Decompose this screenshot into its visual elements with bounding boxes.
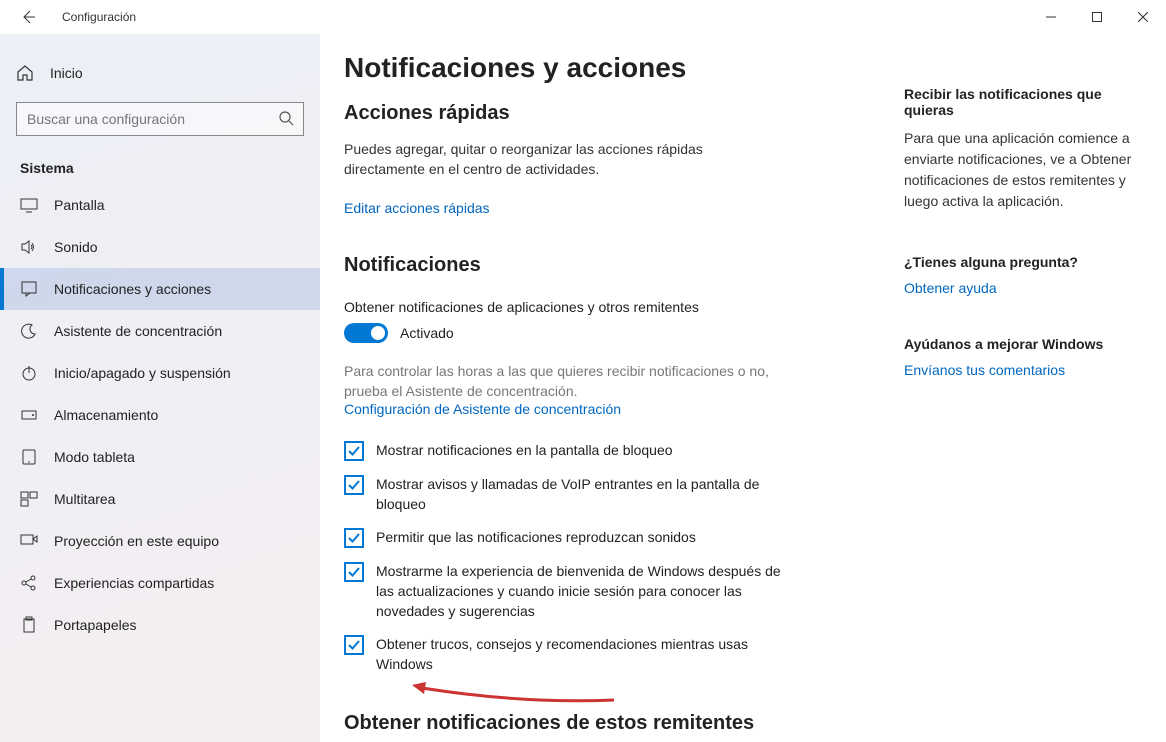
sidebar-item-almacenamiento[interactable]: Almacenamiento bbox=[0, 394, 320, 436]
quick-actions-heading: Acciones rápidas bbox=[344, 102, 884, 125]
check-label: Mostrarme la experiencia de bienvenida d… bbox=[376, 562, 784, 621]
sidebar-item-label: Notificaciones y acciones bbox=[54, 281, 211, 297]
sidebar-item-notificaciones[interactable]: Notificaciones y acciones bbox=[0, 268, 320, 310]
check-voip[interactable]: Mostrar avisos y llamadas de VoIP entran… bbox=[344, 475, 784, 514]
multitask-icon bbox=[20, 490, 38, 508]
annotation-arrow bbox=[404, 682, 884, 698]
window-title: Configuración bbox=[62, 10, 136, 24]
checkbox[interactable] bbox=[344, 441, 364, 461]
check-icon bbox=[348, 639, 360, 651]
nav-home-label: Inicio bbox=[50, 65, 83, 81]
sidebar: Inicio Sistema Pantalla Sonido Notificac… bbox=[0, 34, 320, 742]
check-label: Mostrar notificaciones en la pantalla de… bbox=[376, 441, 673, 461]
minimize-button[interactable] bbox=[1028, 1, 1074, 33]
focus-assist-desc: Para controlar las horas a las que quier… bbox=[344, 361, 784, 402]
share-icon bbox=[20, 574, 38, 592]
nav-list: Pantalla Sonido Notificaciones y accione… bbox=[0, 184, 320, 742]
sidebar-item-asistente[interactable]: Asistente de concentración bbox=[0, 310, 320, 352]
question-heading: ¿Tienes alguna pregunta? bbox=[904, 254, 1144, 270]
sidebar-section-header: Sistema bbox=[0, 146, 320, 184]
focus-assist-link[interactable]: Configuración de Asistente de concentrac… bbox=[344, 401, 621, 417]
check-label: Mostrar avisos y llamadas de VoIP entran… bbox=[376, 475, 784, 514]
sidebar-item-label: Modo tableta bbox=[54, 449, 135, 465]
sidebar-item-label: Almacenamiento bbox=[54, 407, 158, 423]
tablet-icon bbox=[20, 448, 38, 466]
titlebar: Configuración bbox=[0, 0, 1166, 34]
storage-icon bbox=[20, 406, 38, 424]
notifications-toggle-label: Obtener notificaciones de aplicaciones y… bbox=[344, 299, 884, 315]
sidebar-item-label: Proyección en este equipo bbox=[54, 533, 219, 549]
moon-icon bbox=[20, 322, 38, 340]
page-title: Notificaciones y acciones bbox=[344, 52, 884, 84]
sidebar-item-multitarea[interactable]: Multitarea bbox=[0, 478, 320, 520]
right-column: Recibir las notificaciones que quieras P… bbox=[904, 52, 1144, 742]
check-label: Obtener trucos, consejos y recomendacion… bbox=[376, 635, 784, 674]
checkbox[interactable] bbox=[344, 635, 364, 655]
back-button[interactable] bbox=[14, 3, 42, 31]
nav-home[interactable]: Inicio bbox=[0, 54, 320, 92]
minimize-icon bbox=[1046, 12, 1056, 22]
red-arrow-icon bbox=[404, 682, 624, 706]
sidebar-item-label: Multitarea bbox=[54, 491, 115, 507]
search-wrap bbox=[16, 102, 304, 136]
check-icon bbox=[348, 566, 360, 578]
sidebar-item-proyeccion[interactable]: Proyección en este equipo bbox=[0, 520, 320, 562]
feedback-link[interactable]: Envíanos tus comentarios bbox=[904, 362, 1144, 378]
notifications-heading: Notificaciones bbox=[344, 254, 884, 277]
search-icon bbox=[278, 110, 296, 128]
receive-heading: Recibir las notificaciones que quieras bbox=[904, 86, 1144, 118]
maximize-icon bbox=[1092, 12, 1102, 22]
window-controls bbox=[1028, 1, 1166, 33]
sidebar-item-pantalla[interactable]: Pantalla bbox=[0, 184, 320, 226]
display-icon bbox=[20, 196, 38, 214]
main-content: Notificaciones y acciones Acciones rápid… bbox=[320, 34, 1166, 742]
senders-heading: Obtener notificaciones de estos remitent… bbox=[344, 712, 884, 735]
clipboard-icon bbox=[20, 616, 38, 634]
notification-icon bbox=[20, 280, 38, 298]
check-icon bbox=[348, 479, 360, 491]
quick-actions-desc: Puedes agregar, quitar o reorganizar las… bbox=[344, 139, 784, 180]
project-icon bbox=[20, 532, 38, 550]
check-welcome[interactable]: Mostrarme la experiencia de bienvenida d… bbox=[344, 562, 784, 621]
arrow-left-icon bbox=[20, 9, 36, 25]
sidebar-item-portapapeles[interactable]: Portapapeles bbox=[0, 604, 320, 646]
check-sounds[interactable]: Permitir que las notificaciones reproduz… bbox=[344, 528, 784, 548]
sidebar-item-label: Sonido bbox=[54, 239, 98, 255]
notifications-toggle-row: Activado bbox=[344, 323, 884, 343]
edit-quick-actions-link[interactable]: Editar acciones rápidas bbox=[344, 200, 490, 216]
maximize-button[interactable] bbox=[1074, 1, 1120, 33]
check-icon bbox=[348, 445, 360, 457]
search-input[interactable] bbox=[16, 102, 304, 136]
close-icon bbox=[1138, 12, 1148, 22]
sidebar-item-label: Experiencias compartidas bbox=[54, 575, 214, 591]
receive-desc: Para que una aplicación comience a envia… bbox=[904, 128, 1144, 212]
checkbox[interactable] bbox=[344, 528, 364, 548]
toggle-state-label: Activado bbox=[400, 325, 454, 341]
sidebar-item-tableta[interactable]: Modo tableta bbox=[0, 436, 320, 478]
check-lock-screen[interactable]: Mostrar notificaciones en la pantalla de… bbox=[344, 441, 784, 461]
get-help-link[interactable]: Obtener ayuda bbox=[904, 280, 1144, 296]
checkbox[interactable] bbox=[344, 562, 364, 582]
sound-icon bbox=[20, 238, 38, 256]
improve-heading: Ayúdanos a mejorar Windows bbox=[904, 336, 1144, 352]
check-tips[interactable]: Obtener trucos, consejos y recomendacion… bbox=[344, 635, 784, 674]
sidebar-item-experiencias[interactable]: Experiencias compartidas bbox=[0, 562, 320, 604]
sidebar-item-label: Asistente de concentración bbox=[54, 323, 222, 339]
notifications-toggle[interactable] bbox=[344, 323, 388, 343]
sidebar-item-label: Pantalla bbox=[54, 197, 105, 213]
close-button[interactable] bbox=[1120, 1, 1166, 33]
home-icon bbox=[16, 64, 34, 82]
sidebar-item-sonido[interactable]: Sonido bbox=[0, 226, 320, 268]
checkbox[interactable] bbox=[344, 475, 364, 495]
sidebar-item-label: Portapapeles bbox=[54, 617, 137, 633]
check-label: Permitir que las notificaciones reproduz… bbox=[376, 528, 696, 548]
notification-checks: Mostrar notificaciones en la pantalla de… bbox=[344, 441, 884, 698]
sidebar-item-energia[interactable]: Inicio/apagado y suspensión bbox=[0, 352, 320, 394]
power-icon bbox=[20, 364, 38, 382]
sidebar-item-label: Inicio/apagado y suspensión bbox=[54, 365, 231, 381]
check-icon bbox=[348, 532, 360, 544]
